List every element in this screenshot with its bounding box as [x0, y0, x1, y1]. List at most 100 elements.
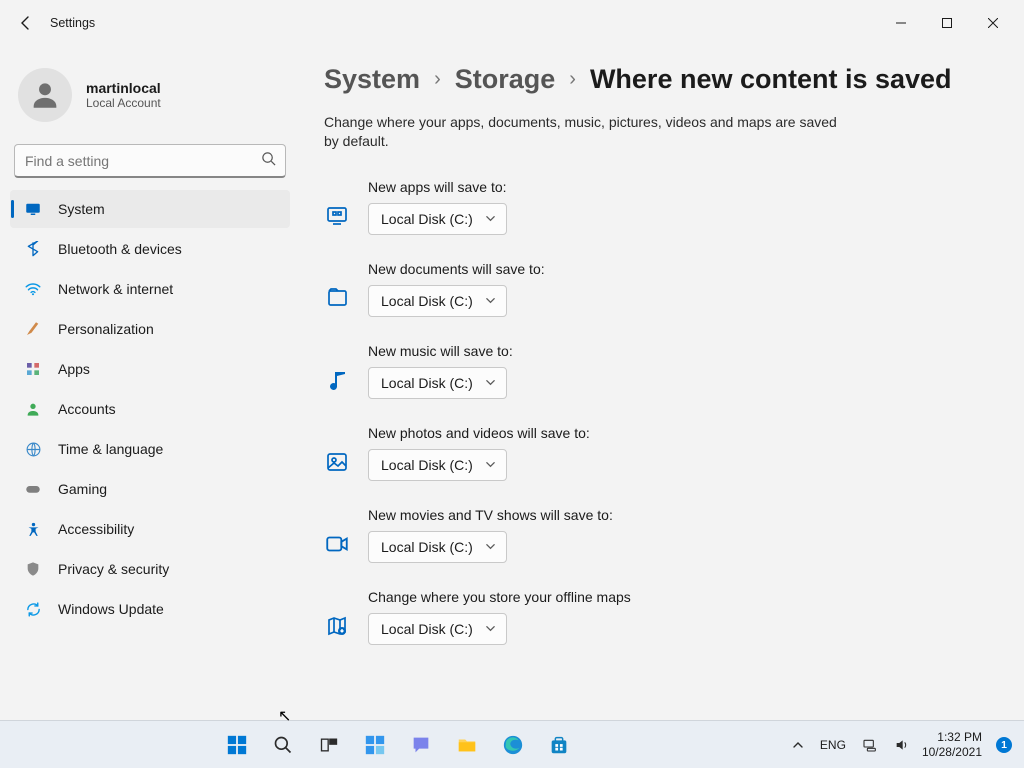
sidebar-item-accessibility[interactable]: Accessibility	[10, 510, 290, 548]
content: System › Storage › Where new content is …	[300, 46, 1024, 720]
chevron-down-icon	[485, 375, 496, 391]
sidebar-item-label: Apps	[58, 361, 90, 377]
dropdown-value: Local Disk (C:)	[381, 293, 473, 309]
window-title: Settings	[50, 16, 95, 30]
sidebar-item-label: Accessibility	[58, 521, 134, 537]
setting-maps: Change where you store your offline maps…	[324, 589, 996, 645]
sidebar-item-label: Network & internet	[58, 281, 173, 297]
setting-label: New documents will save to:	[368, 261, 545, 277]
apps-save-icon	[324, 203, 350, 229]
setting-movies: New movies and TV shows will save to: Lo…	[324, 507, 996, 563]
sidebar-item-update[interactable]: Windows Update	[10, 590, 290, 628]
movies-save-icon	[324, 531, 350, 557]
minimize-button[interactable]	[878, 7, 924, 39]
globe-icon	[24, 440, 42, 458]
start-button[interactable]	[217, 725, 257, 765]
chevron-down-icon	[485, 293, 496, 309]
breadcrumb-system[interactable]: System	[324, 64, 420, 95]
breadcrumb: System › Storage › Where new content is …	[324, 64, 996, 95]
sidebar-item-apps[interactable]: Apps	[10, 350, 290, 388]
taskbar: ENG 1:32 PM 10/28/2021 1	[0, 720, 1024, 768]
person-icon	[24, 400, 42, 418]
sidebar-item-label: Windows Update	[58, 601, 164, 617]
explorer-button[interactable]	[447, 725, 487, 765]
clock-date: 10/28/2021	[922, 745, 982, 760]
setting-label: New music will save to:	[368, 343, 513, 359]
network-tray-icon[interactable]	[858, 735, 882, 755]
setting-label: New apps will save to:	[368, 179, 507, 195]
chevron-down-icon	[485, 457, 496, 473]
store-button[interactable]	[539, 725, 579, 765]
sidebar-item-personalization[interactable]: Personalization	[10, 310, 290, 348]
avatar	[18, 68, 72, 122]
music-save-icon	[324, 367, 350, 393]
notification-button[interactable]: 1	[992, 735, 1016, 755]
chevron-down-icon	[485, 621, 496, 637]
maps-save-icon	[324, 613, 350, 639]
sidebar-item-label: Time & language	[58, 441, 163, 457]
sidebar-item-system[interactable]: System	[10, 190, 290, 228]
setting-label: Change where you store your offline maps	[368, 589, 631, 605]
close-button[interactable]	[970, 7, 1016, 39]
photos-location-dropdown[interactable]: Local Disk (C:)	[368, 449, 507, 481]
setting-photos: New photos and videos will save to: Loca…	[324, 425, 996, 481]
input-indicator[interactable]: ENG	[816, 736, 850, 754]
sidebar-item-label: Personalization	[58, 321, 154, 337]
task-view-button[interactable]	[309, 725, 349, 765]
account-block[interactable]: martinlocal Local Account	[10, 58, 290, 140]
chevron-right-icon: ›	[434, 68, 441, 91]
sidebar-item-time[interactable]: Time & language	[10, 430, 290, 468]
chevron-down-icon	[485, 539, 496, 555]
clock-time: 1:32 PM	[922, 730, 982, 745]
widgets-button[interactable]	[355, 725, 395, 765]
sidebar-item-accounts[interactable]: Accounts	[10, 390, 290, 428]
taskbar-clock[interactable]: 1:32 PM 10/28/2021	[922, 730, 982, 760]
dropdown-value: Local Disk (C:)	[381, 211, 473, 227]
setting-label: New movies and TV shows will save to:	[368, 507, 613, 523]
update-icon	[24, 600, 42, 618]
account-type: Local Account	[86, 96, 161, 110]
music-location-dropdown[interactable]: Local Disk (C:)	[368, 367, 507, 399]
taskbar-search-button[interactable]	[263, 725, 303, 765]
cursor-icon: ↖	[278, 706, 291, 726]
back-button[interactable]	[8, 5, 44, 41]
breadcrumb-storage[interactable]: Storage	[455, 64, 556, 95]
setting-documents: New documents will save to: Local Disk (…	[324, 261, 996, 317]
apps-location-dropdown[interactable]: Local Disk (C:)	[368, 203, 507, 235]
system-icon	[24, 200, 42, 218]
search-input[interactable]	[14, 144, 286, 178]
volume-tray-icon[interactable]	[890, 735, 914, 755]
documents-save-icon	[324, 285, 350, 311]
search-icon	[261, 151, 276, 171]
maps-location-dropdown[interactable]: Local Disk (C:)	[368, 613, 507, 645]
dropdown-value: Local Disk (C:)	[381, 621, 473, 637]
edge-button[interactable]	[493, 725, 533, 765]
chevron-right-icon: ›	[569, 68, 576, 91]
setting-apps: New apps will save to: Local Disk (C:)	[324, 179, 996, 235]
sidebar-item-privacy[interactable]: Privacy & security	[10, 550, 290, 588]
search-box[interactable]	[14, 144, 286, 178]
maximize-button[interactable]	[924, 7, 970, 39]
chevron-down-icon	[485, 211, 496, 227]
chat-button[interactable]	[401, 725, 441, 765]
breadcrumb-current: Where new content is saved	[590, 64, 952, 95]
sidebar-item-label: Bluetooth & devices	[58, 241, 182, 257]
nav: System Bluetooth & devices Network & int…	[10, 190, 290, 628]
documents-location-dropdown[interactable]: Local Disk (C:)	[368, 285, 507, 317]
movies-location-dropdown[interactable]: Local Disk (C:)	[368, 531, 507, 563]
tray-overflow-button[interactable]	[788, 737, 808, 753]
photos-save-icon	[324, 449, 350, 475]
dropdown-value: Local Disk (C:)	[381, 375, 473, 391]
setting-label: New photos and videos will save to:	[368, 425, 590, 441]
page-description: Change where your apps, documents, music…	[324, 113, 844, 151]
shield-icon	[24, 560, 42, 578]
titlebar: Settings	[0, 0, 1024, 46]
sidebar-item-label: Privacy & security	[58, 561, 169, 577]
sidebar-item-bluetooth[interactable]: Bluetooth & devices	[10, 230, 290, 268]
account-name: martinlocal	[86, 80, 161, 96]
sidebar-item-network[interactable]: Network & internet	[10, 270, 290, 308]
sidebar-item-label: Gaming	[58, 481, 107, 497]
bluetooth-icon	[24, 240, 42, 258]
brush-icon	[24, 320, 42, 338]
sidebar-item-gaming[interactable]: Gaming	[10, 470, 290, 508]
